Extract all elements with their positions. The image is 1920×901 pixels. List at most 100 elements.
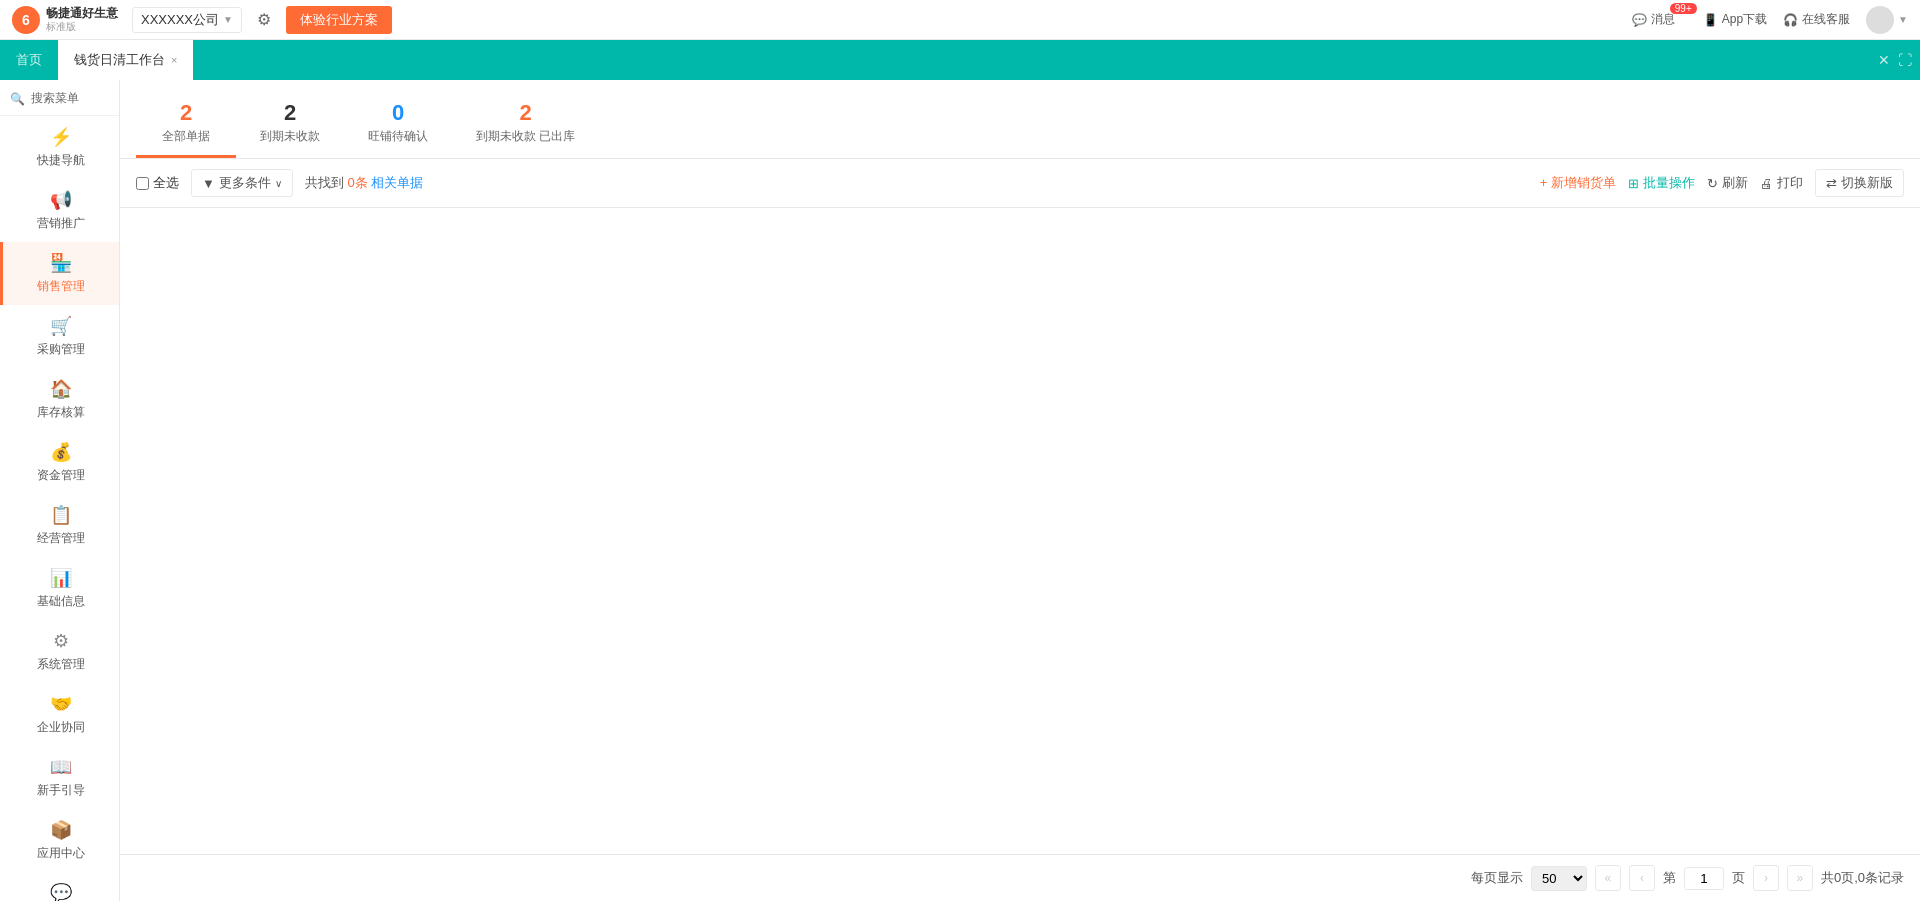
select-all-input[interactable] <box>136 177 149 190</box>
stat-number-pending: 0 <box>392 100 404 126</box>
switch-icon: ⇄ <box>1826 176 1837 191</box>
last-page-btn[interactable]: » <box>1787 865 1813 891</box>
main-content: 2 全部单据 2 到期未收款 0 旺铺待确认 2 到期未收款 已出库 全选 <box>120 80 1920 901</box>
app-download-btn[interactable]: 📱 App下载 <box>1703 11 1767 28</box>
operations-icon: 📋 <box>50 504 72 526</box>
dropdown-arrow-icon: ▼ <box>223 14 233 25</box>
guide-icon: 📖 <box>50 756 72 778</box>
window-close-icon[interactable]: ✕ <box>1878 52 1890 68</box>
app-name: 畅捷通好生意 <box>46 6 118 20</box>
sales-icon: 🏪 <box>50 252 72 274</box>
sidebar-item-sales[interactable]: 🏪 销售管理 <box>0 242 119 305</box>
sidebar-item-wechat[interactable]: 💬 企业微信 <box>0 872 119 901</box>
sidebar-item-system[interactable]: ⚙ 系统管理 <box>0 620 119 683</box>
stat-number-outbound: 2 <box>520 100 532 126</box>
logo-icon: 6 <box>12 6 40 34</box>
service-icon: 🎧 <box>1783 13 1798 27</box>
switch-version-btn[interactable]: ⇄ 切换新版 <box>1815 169 1904 197</box>
toolbar: 全选 ▼ 更多条件 ∨ 共找到 0条 相关单据 + 新增销货单 ⊞ 批量操作 ↻… <box>120 159 1920 208</box>
stat-tab-all[interactable]: 2 全部单据 <box>136 92 236 158</box>
avatar-area[interactable]: ▼ <box>1866 6 1908 34</box>
search-icon: 🔍 <box>10 92 25 106</box>
batch-icon: ⊞ <box>1628 176 1639 191</box>
stat-tab-pending[interactable]: 0 旺铺待确认 <box>344 92 452 158</box>
system-icon: ⚙ <box>53 630 69 652</box>
filter-chevron-icon: ∨ <box>275 178 282 189</box>
print-btn[interactable]: 🖨 打印 <box>1760 174 1803 192</box>
sidebar-item-marketing[interactable]: 📢 营销推广 <box>0 179 119 242</box>
tab-close-icon[interactable]: × <box>171 54 177 66</box>
top-header: 6 畅捷通好生意 标准版 XXXXXX公司 ▼ ⚙ 体验行业方案 💬 消息 99… <box>0 0 1920 40</box>
message-btn[interactable]: 💬 消息 99+ <box>1632 11 1687 28</box>
app-version: 标准版 <box>46 21 118 33</box>
stat-number-all: 2 <box>180 100 192 126</box>
message-label: 消息 <box>1651 11 1675 28</box>
stats-row: 2 全部单据 2 到期未收款 0 旺铺待确认 2 到期未收款 已出库 <box>120 80 1920 159</box>
tab-home[interactable]: 首页 <box>0 40 58 80</box>
trial-btn[interactable]: 体验行业方案 <box>286 6 392 34</box>
app-body: 🔍 搜索菜单 ⚡ 快捷导航 📢 营销推广 🏪 销售管理 🛒 采购管理 🏠 库存核… <box>0 80 1920 901</box>
purchase-icon: 🛒 <box>50 315 72 337</box>
stat-label-pending: 旺铺待确认 <box>368 128 428 145</box>
logo-area: 6 畅捷通好生意 标准版 <box>12 6 132 34</box>
wechat-icon: 💬 <box>50 882 72 901</box>
basic-info-icon: 📊 <box>50 567 72 589</box>
filter-icon: ▼ <box>202 176 215 191</box>
window-maximize-icon[interactable]: ⛶ <box>1898 52 1912 68</box>
pagination-bar: 每页显示 50 20 100 « ‹ 第 页 › » 共0页,0条记录 <box>120 854 1920 901</box>
sidebar-item-purchase[interactable]: 🛒 采购管理 <box>0 305 119 368</box>
header-right: 💬 消息 99+ 📱 App下载 🎧 在线客服 ▼ <box>1632 6 1908 34</box>
stat-tab-outbound[interactable]: 2 到期未收款 已出库 <box>452 92 599 158</box>
page-size-label: 每页显示 <box>1471 869 1523 887</box>
app-center-icon: 📦 <box>50 819 72 841</box>
chevron-down-icon: ▼ <box>1898 14 1908 25</box>
related-link[interactable]: 相关单据 <box>371 175 423 190</box>
finance-icon: 💰 <box>50 441 72 463</box>
company-selector: XXXXXX公司 ▼ ⚙ 体验行业方案 <box>132 6 1632 34</box>
sidebar-search[interactable]: 🔍 搜索菜单 <box>0 80 119 116</box>
prev-page-btn[interactable]: ‹ <box>1629 865 1655 891</box>
sidebar-item-operations[interactable]: 📋 经营管理 <box>0 494 119 557</box>
logo-text: 畅捷通好生意 标准版 <box>46 6 118 32</box>
marketing-icon: 📢 <box>50 189 72 211</box>
print-icon: 🖨 <box>1760 176 1773 191</box>
tab-workbench[interactable]: 钱货日清工作台 × <box>58 40 193 80</box>
download-icon: 📱 <box>1703 13 1718 27</box>
sidebar-item-quick-nav[interactable]: ⚡ 快捷导航 <box>0 116 119 179</box>
stat-label-all: 全部单据 <box>162 128 210 145</box>
sidebar-item-basic-info[interactable]: 📊 基础信息 <box>0 557 119 620</box>
table-area <box>120 208 1920 854</box>
toolbar-right: + 新增销货单 ⊞ 批量操作 ↻ 刷新 🖨 打印 ⇄ 切换新版 <box>1540 169 1904 197</box>
new-order-btn[interactable]: + 新增销货单 <box>1540 174 1616 192</box>
stat-number-overdue: 2 <box>284 100 296 126</box>
sidebar-item-finance[interactable]: 💰 资金管理 <box>0 431 119 494</box>
settings-button[interactable]: ⚙ <box>250 6 278 34</box>
total-text: 共0页,0条记录 <box>1821 869 1904 887</box>
stat-label-outbound: 到期未收款 已出库 <box>476 128 575 145</box>
first-page-btn[interactable]: « <box>1595 865 1621 891</box>
company-name-selector[interactable]: XXXXXX公司 ▼ <box>132 7 242 33</box>
page-size-select[interactable]: 50 20 100 <box>1531 866 1587 891</box>
tab-bar-actions: ✕ ⛶ <box>1878 52 1920 68</box>
user-avatar <box>1866 6 1894 34</box>
next-page-btn[interactable]: › <box>1753 865 1779 891</box>
found-text: 共找到 0条 相关单据 <box>305 174 423 192</box>
refresh-icon: ↻ <box>1707 176 1718 191</box>
page-label: 第 <box>1663 869 1676 887</box>
refresh-btn[interactable]: ↻ 刷新 <box>1707 174 1748 192</box>
cooperation-icon: 🤝 <box>50 693 72 715</box>
inventory-icon: 🏠 <box>50 378 72 400</box>
tab-bar: 首页 钱货日清工作台 × ✕ ⛶ <box>0 40 1920 80</box>
online-service-btn[interactable]: 🎧 在线客服 <box>1783 11 1850 28</box>
page-number-input[interactable] <box>1684 867 1724 890</box>
sidebar-item-cooperation[interactable]: 🤝 企业协同 <box>0 683 119 746</box>
select-all-checkbox[interactable]: 全选 <box>136 174 179 192</box>
found-count: 0条 <box>348 175 368 190</box>
sidebar-item-app-center[interactable]: 📦 应用中心 <box>0 809 119 872</box>
filter-button[interactable]: ▼ 更多条件 ∨ <box>191 169 293 197</box>
sidebar-item-guide[interactable]: 📖 新手引导 <box>0 746 119 809</box>
stat-tab-overdue[interactable]: 2 到期未收款 <box>236 92 344 158</box>
sidebar-item-inventory[interactable]: 🏠 库存核算 <box>0 368 119 431</box>
message-icon: 💬 <box>1632 13 1647 27</box>
batch-btn[interactable]: ⊞ 批量操作 <box>1628 174 1695 192</box>
